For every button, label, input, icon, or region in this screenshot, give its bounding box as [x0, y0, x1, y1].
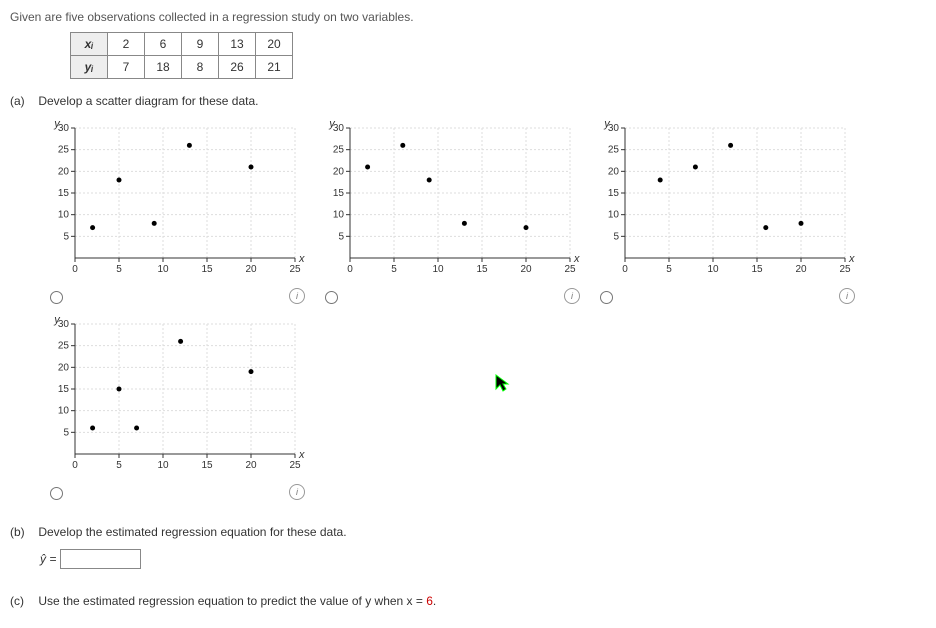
svg-text:15: 15 — [201, 264, 213, 275]
svg-text:10: 10 — [58, 210, 70, 221]
svg-text:5: 5 — [116, 460, 122, 471]
svg-text:15: 15 — [751, 264, 763, 275]
cell: 26 — [219, 56, 256, 79]
charts-row-1: 051015202551015202530yx i 05101520255101… — [40, 118, 926, 314]
scatter-chart: 051015202551015202530yx — [40, 314, 305, 479]
question-a-label: (a) — [10, 94, 35, 108]
cell: 20 — [256, 33, 293, 56]
svg-text:25: 25 — [58, 341, 70, 352]
svg-text:25: 25 — [839, 264, 851, 275]
svg-text:20: 20 — [520, 264, 532, 275]
svg-text:15: 15 — [476, 264, 488, 275]
cell: 13 — [219, 33, 256, 56]
question-a-text: Develop a scatter diagram for these data… — [38, 94, 258, 108]
svg-text:10: 10 — [432, 264, 444, 275]
svg-text:10: 10 — [58, 406, 70, 417]
yhat-label: ŷ = — [40, 552, 56, 566]
svg-text:5: 5 — [63, 427, 69, 438]
question-c-text-pre: Use the estimated regression equation to… — [38, 594, 426, 608]
chart-radio-1[interactable] — [50, 291, 63, 304]
info-icon[interactable]: i — [564, 288, 580, 304]
chart-radio-3[interactable] — [600, 291, 613, 304]
svg-text:15: 15 — [58, 188, 70, 199]
svg-text:5: 5 — [391, 264, 397, 275]
svg-text:10: 10 — [608, 210, 620, 221]
info-icon[interactable]: i — [289, 484, 305, 500]
svg-text:10: 10 — [333, 210, 345, 221]
cell: 2 — [108, 33, 145, 56]
svg-text:20: 20 — [608, 166, 620, 177]
svg-text:25: 25 — [564, 264, 576, 275]
svg-text:20: 20 — [58, 362, 70, 373]
svg-text:x: x — [298, 253, 305, 265]
svg-text:10: 10 — [157, 264, 169, 275]
cell: 7 — [108, 56, 145, 79]
cell: 18 — [145, 56, 182, 79]
svg-text:0: 0 — [72, 264, 78, 275]
svg-text:x: x — [573, 253, 580, 265]
svg-text:25: 25 — [289, 264, 301, 275]
question-c: (c) Use the estimated regression equatio… — [10, 594, 926, 608]
charts-row-2: 051015202551015202530yx i — [40, 314, 926, 510]
svg-text:25: 25 — [58, 145, 70, 156]
scatter-chart: 051015202551015202530yx — [40, 118, 305, 283]
svg-text:20: 20 — [333, 166, 345, 177]
svg-text:15: 15 — [201, 460, 213, 471]
chart-option-1: 051015202551015202530yx i — [40, 118, 305, 314]
question-c-text-post: . — [433, 594, 436, 608]
chart-option-3: 051015202551015202530yx i — [590, 118, 855, 314]
svg-text:20: 20 — [795, 264, 807, 275]
scatter-chart: 051015202551015202530yx — [315, 118, 580, 283]
cell: 8 — [182, 56, 219, 79]
question-c-six: 6 — [426, 594, 433, 608]
svg-text:5: 5 — [613, 231, 619, 242]
cell: 6 — [145, 33, 182, 56]
svg-text:x: x — [298, 449, 305, 461]
question-b-text: Develop the estimated regression equatio… — [38, 525, 346, 539]
question-b-label: (b) — [10, 525, 35, 539]
svg-text:10: 10 — [157, 460, 169, 471]
cell: 9 — [182, 33, 219, 56]
svg-text:0: 0 — [622, 264, 628, 275]
question-b: (b) Develop the estimated regression equ… — [10, 525, 926, 539]
svg-text:5: 5 — [338, 231, 344, 242]
chart-radio-2[interactable] — [325, 291, 338, 304]
cell: 21 — [256, 56, 293, 79]
svg-text:0: 0 — [347, 264, 353, 275]
svg-text:5: 5 — [63, 231, 69, 242]
regression-equation-input[interactable] — [60, 549, 141, 569]
svg-text:20: 20 — [245, 460, 257, 471]
question-c-label: (c) — [10, 594, 35, 608]
svg-text:5: 5 — [666, 264, 672, 275]
svg-text:x: x — [848, 253, 855, 265]
svg-text:0: 0 — [72, 460, 78, 471]
svg-text:15: 15 — [608, 188, 620, 199]
svg-text:5: 5 — [116, 264, 122, 275]
svg-text:15: 15 — [58, 384, 70, 395]
svg-text:25: 25 — [608, 145, 620, 156]
svg-text:15: 15 — [333, 188, 345, 199]
svg-text:25: 25 — [289, 460, 301, 471]
svg-text:20: 20 — [245, 264, 257, 275]
info-icon[interactable]: i — [289, 288, 305, 304]
data-table: xᵢ 2 6 9 13 20 yᵢ 7 18 8 26 21 — [70, 32, 293, 79]
scatter-chart: 051015202551015202530yx — [590, 118, 855, 283]
info-icon[interactable]: i — [839, 288, 855, 304]
svg-text:20: 20 — [58, 166, 70, 177]
chart-option-4: 051015202551015202530yx i — [40, 314, 305, 510]
chart-radio-4[interactable] — [50, 487, 63, 500]
cursor-icon — [495, 374, 511, 397]
svg-text:25: 25 — [333, 145, 345, 156]
row-header-y: yᵢ — [71, 56, 108, 79]
svg-text:10: 10 — [707, 264, 719, 275]
row-header-x: xᵢ — [71, 33, 108, 56]
intro-text: Given are five observations collected in… — [10, 10, 926, 24]
question-a: (a) Develop a scatter diagram for these … — [10, 94, 926, 108]
chart-option-2: 051015202551015202530yx i — [315, 118, 580, 314]
